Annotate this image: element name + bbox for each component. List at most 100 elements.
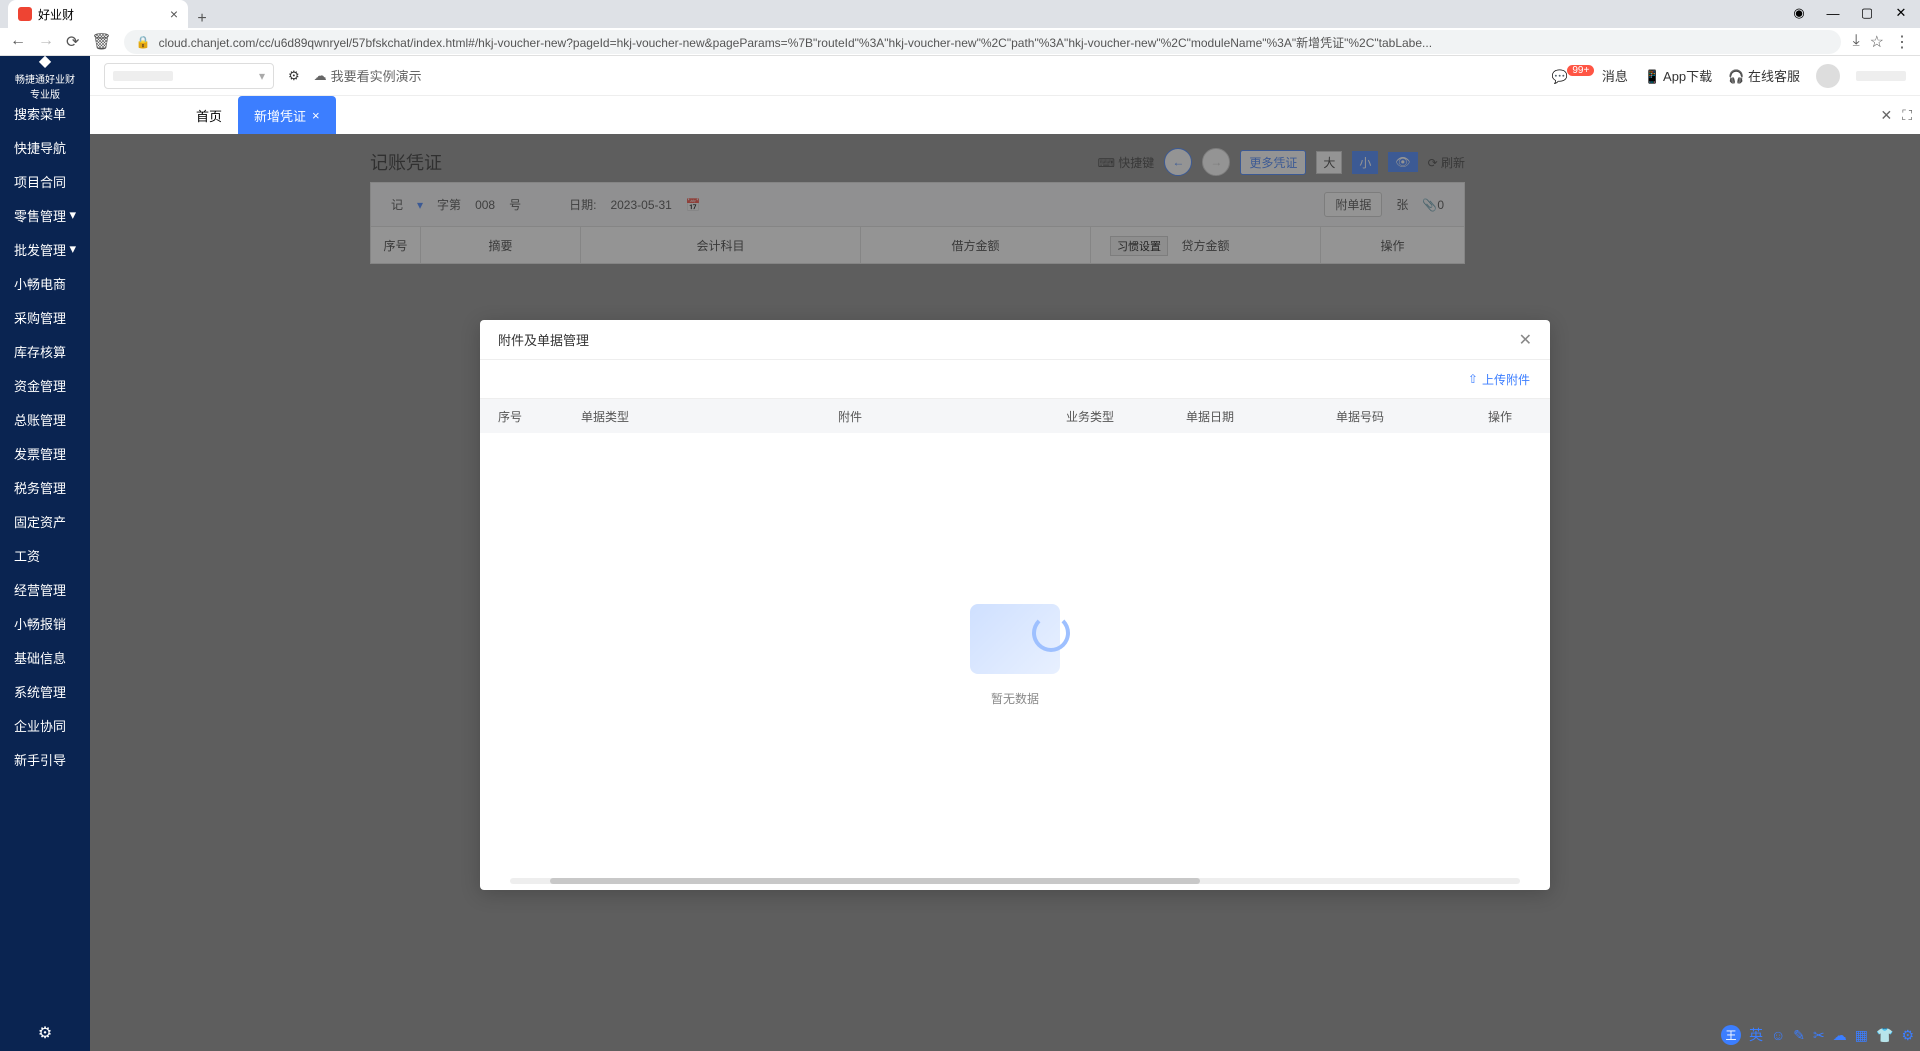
ime-icon[interactable]: 王: [1721, 1025, 1741, 1045]
lock-icon: 🔒: [136, 35, 151, 49]
sidebar-item-salary[interactable]: 工资: [0, 538, 90, 572]
close-window-icon[interactable]: ✕: [1886, 2, 1916, 24]
lang-indicator[interactable]: 英: [1749, 1025, 1763, 1045]
sidebar-item-ecom[interactable]: 小畅电商: [0, 266, 90, 300]
sidebar-item-tax[interactable]: 税务管理: [0, 470, 90, 504]
star-icon[interactable]: ☆: [1870, 32, 1884, 52]
user-name-placeholder: [1856, 71, 1906, 81]
close-tab-icon[interactable]: ×: [312, 108, 320, 123]
sidebar-settings[interactable]: ⚙: [0, 1015, 90, 1051]
empty-text: 暂无数据: [991, 690, 1039, 707]
favicon-icon: [18, 7, 32, 21]
tray-scissor-icon[interactable]: ✂: [1813, 1027, 1825, 1044]
sidebar-item-system[interactable]: 系统管理: [0, 674, 90, 708]
sidebar-item-wholesale[interactable]: 批发管理▾: [0, 232, 90, 266]
tray-shirt-icon[interactable]: 👕: [1876, 1027, 1893, 1044]
maximize-icon[interactable]: ▢: [1852, 2, 1882, 24]
headset-icon: 🎧: [1728, 69, 1744, 84]
sidebar-item-search[interactable]: 搜索菜单: [0, 96, 90, 130]
sidebar-item-assets[interactable]: 固定资产: [0, 504, 90, 538]
tab-home[interactable]: 首页: [180, 96, 238, 134]
sidebar-item-operation[interactable]: 经营管理: [0, 572, 90, 606]
sidebar-item-purchase[interactable]: 采购管理: [0, 300, 90, 334]
address-bar: ← → ⟳ 🗑 🔒 cloud.chanjet.com/cc/u6d89qwnr…: [0, 28, 1920, 56]
tab-strip: 好业财 × +: [0, 0, 1920, 28]
modal-close-icon[interactable]: ✕: [1519, 330, 1532, 350]
tab-new-voucher[interactable]: 新增凭证 ×: [238, 96, 336, 134]
tray-edit-icon[interactable]: ✎: [1793, 1027, 1805, 1044]
chat-icon: 💬: [1552, 69, 1568, 84]
demo-link[interactable]: ☁ 我要看实例演示: [314, 66, 422, 85]
sidebar-item-ledger[interactable]: 总账管理: [0, 402, 90, 436]
url-text: cloud.chanjet.com/cc/u6d89qwnryel/57bfsk…: [159, 34, 1432, 51]
app-header: ▾ ⚙ ☁ 我要看实例演示 💬 99+ 消息 📱 App下载 🎧 在线客服: [90, 56, 1920, 96]
tray-cloud-icon[interactable]: ☁: [1833, 1027, 1847, 1044]
attachment-modal: 附件及单据管理 ✕ ⇧ 上传附件 序号 单据类型 附件 业务类型 单据日期 单据…: [480, 320, 1550, 890]
mcol-seq: 序号: [480, 408, 540, 425]
user-avatar[interactable]: [1816, 64, 1840, 88]
upload-icon: ⇧: [1468, 372, 1478, 386]
menu-icon[interactable]: ⋮: [1894, 32, 1910, 52]
sidebar-item-baseinfo[interactable]: 基础信息: [0, 640, 90, 674]
system-tray: 王 英 ☺ ✎ ✂ ☁ ▦ 👕 ⚙: [1721, 1025, 1914, 1045]
browser-chrome: ◉ — ▢ ✕ 好业财 × + ← → ⟳ 🗑 🔒 cloud.chanjet.…: [0, 0, 1920, 56]
window-controls: ◉ — ▢ ✕: [1784, 2, 1916, 24]
sidebar-item-funds[interactable]: 资金管理: [0, 368, 90, 402]
install-icon[interactable]: ⤓: [1853, 32, 1860, 52]
tray-smile-icon[interactable]: ☺: [1771, 1027, 1785, 1043]
upload-attachment-button[interactable]: ⇧ 上传附件: [1468, 371, 1530, 388]
sidebar-item-collab[interactable]: 企业协同: [0, 708, 90, 742]
gear-icon: ⚙: [38, 1023, 52, 1043]
delete-icon[interactable]: 🗑: [91, 32, 111, 52]
sidebar-item-expense[interactable]: 小畅报销: [0, 606, 90, 640]
minimize-icon[interactable]: —: [1818, 2, 1848, 24]
org-placeholder: [113, 71, 173, 81]
sidebar-item-retail[interactable]: 零售管理▾: [0, 198, 90, 232]
mcol-biztype: 业务类型: [1030, 408, 1150, 425]
reload-icon[interactable]: ⟳: [66, 32, 79, 52]
cloud-icon: ☁: [314, 68, 327, 84]
app-download-link[interactable]: 📱 App下载: [1644, 66, 1712, 85]
scrollbar-thumb[interactable]: [550, 878, 1200, 884]
browser-tab[interactable]: 好业财 ×: [8, 0, 188, 28]
tab-title: 好业财: [38, 6, 74, 23]
close-tab-icon[interactable]: ×: [170, 6, 178, 22]
record-icon[interactable]: ◉: [1784, 2, 1814, 24]
horizontal-scrollbar[interactable]: [510, 878, 1520, 884]
mcol-docdate: 单据日期: [1150, 408, 1270, 425]
close-all-icon[interactable]: ✕: [1880, 107, 1892, 124]
tray-gear-icon[interactable]: ⚙: [1901, 1027, 1914, 1044]
logo-text1: 畅捷通好业财: [15, 71, 75, 86]
url-input[interactable]: 🔒 cloud.chanjet.com/cc/u6d89qwnryel/57bf…: [124, 30, 1841, 54]
sidebar-item-invoice[interactable]: 发票管理: [0, 436, 90, 470]
forward-icon[interactable]: →: [38, 32, 54, 52]
back-icon[interactable]: ←: [10, 32, 26, 52]
logo-icon: ◆: [39, 51, 51, 71]
empty-illustration-icon: [970, 604, 1060, 674]
badge: 99+: [1567, 65, 1594, 76]
mcol-docno: 单据号码: [1270, 408, 1450, 425]
phone-icon: 📱: [1644, 69, 1660, 84]
mcol-attach: 附件: [670, 408, 1030, 425]
sidebar-item-project[interactable]: 项目合同: [0, 164, 90, 198]
chevron-down-icon: ▾: [69, 207, 76, 223]
modal-title: 附件及单据管理: [498, 330, 589, 349]
new-tab-button[interactable]: +: [188, 10, 216, 28]
sidebar-menu: 搜索菜单 快捷导航 项目合同 零售管理▾ 批发管理▾ 小畅电商 采购管理 库存核…: [0, 96, 90, 1015]
sidebar-item-guide[interactable]: 新手引导: [0, 742, 90, 776]
online-service-link[interactable]: 🎧 在线客服: [1728, 66, 1800, 85]
org-select[interactable]: ▾: [104, 63, 274, 89]
chevron-down-icon: ▾: [259, 69, 265, 83]
gear-icon[interactable]: ⚙: [288, 68, 300, 84]
modal-table-head: 序号 单据类型 附件 业务类型 单据日期 单据号码 操作: [480, 399, 1550, 433]
sidebar-item-inventory[interactable]: 库存核算: [0, 334, 90, 368]
message-link[interactable]: 💬 99+ 消息: [1552, 66, 1628, 85]
app-logo: ◆ 畅捷通好业财 专业版: [0, 56, 90, 96]
mcol-ops: 操作: [1450, 408, 1550, 425]
tray-grid-icon[interactable]: ▦: [1855, 1027, 1868, 1044]
chevron-down-icon: ▾: [69, 241, 76, 257]
fullscreen-icon[interactable]: ⛶: [1902, 107, 1912, 124]
sidebar-item-quicknav[interactable]: 快捷导航: [0, 130, 90, 164]
sidebar: ◆ 畅捷通好业财 专业版 搜索菜单 快捷导航 项目合同 零售管理▾ 批发管理▾ …: [0, 56, 90, 1051]
page-tabs: 首页 新增凭证 × ✕ ⛶: [90, 96, 1920, 134]
